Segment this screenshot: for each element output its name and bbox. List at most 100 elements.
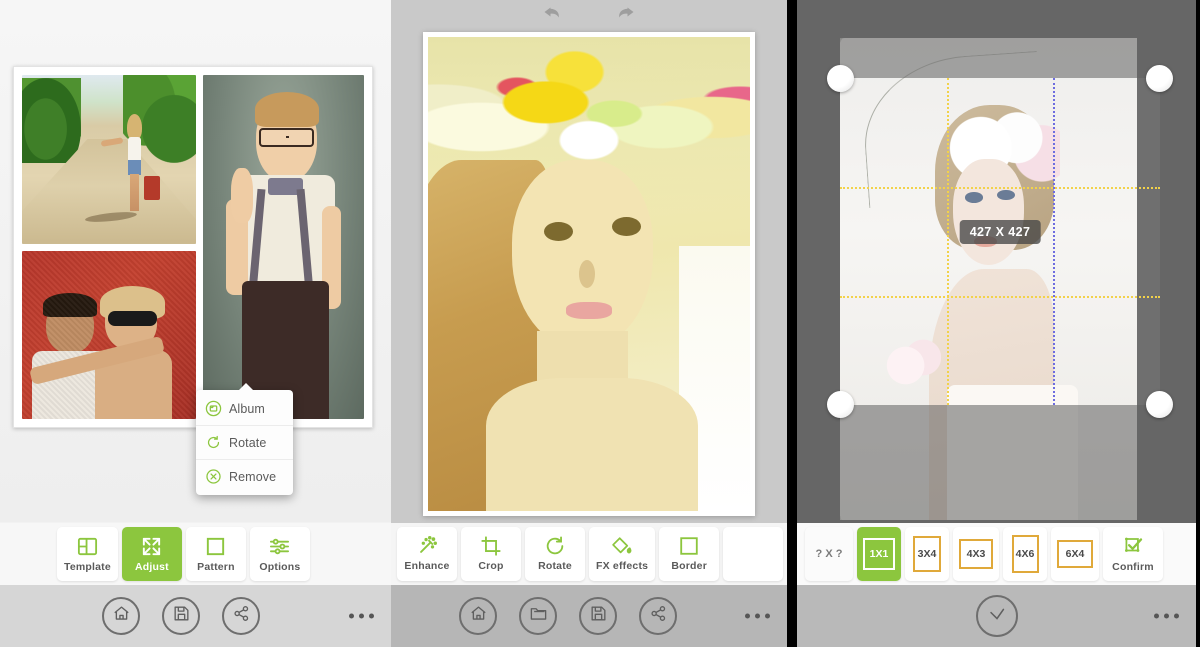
paint-bucket-icon <box>611 535 633 557</box>
boy-glasses-thumbsup-photo[interactable] <box>203 75 364 419</box>
crop-handle-bottom-left[interactable] <box>827 391 854 418</box>
context-menu-label: Remove <box>229 469 277 484</box>
ratio-button-1x1[interactable]: 1X1 <box>857 527 901 581</box>
nav-button-home[interactable] <box>102 597 140 635</box>
toolbar-label: Pattern <box>197 560 235 573</box>
adjust-icon <box>140 535 163 558</box>
toolbar-button-rotate[interactable]: Rotate <box>525 527 585 581</box>
more-icon[interactable] <box>1154 613 1179 619</box>
model-shoulders <box>485 378 699 511</box>
rotate-icon <box>205 434 222 451</box>
album-icon <box>205 400 222 417</box>
options-icon <box>268 535 291 558</box>
man-head <box>46 297 94 354</box>
ratio-button-6x4[interactable]: 6X4 <box>1051 527 1099 581</box>
ratio-button-4x3[interactable]: 4X3 <box>953 527 999 581</box>
collage-frame[interactable] <box>13 66 373 428</box>
model-eye-right <box>611 217 641 237</box>
toolbar-button-border[interactable]: Border <box>659 527 720 581</box>
man-hair <box>43 292 97 318</box>
toolbar-button-overflow-next[interactable] <box>723 527 784 581</box>
photo-context-menu[interactable]: Album Rotate Remove <box>196 383 293 495</box>
toolbar-label: Border <box>671 560 707 572</box>
nav-button-open-folder[interactable] <box>519 597 557 635</box>
road-trees-left <box>22 78 82 163</box>
crop-icon <box>480 535 502 557</box>
save-icon <box>589 604 608 628</box>
editor-bottom-nav[interactable] <box>391 585 787 647</box>
rotate-icon <box>544 535 566 557</box>
toolbar-button-options[interactable]: Options <box>249 527 310 581</box>
crop-grid-line-h2 <box>840 295 1160 298</box>
nav-button-home[interactable] <box>459 597 497 635</box>
ratio-button-free[interactable]: ? X ? <box>805 527 853 581</box>
toolbar-button-pattern[interactable]: Pattern <box>185 527 246 581</box>
couple-red-wall-photo[interactable] <box>22 250 197 419</box>
nav-button-save[interactable] <box>162 597 200 635</box>
thumbs-up-hand <box>230 167 254 223</box>
context-menu-label: Rotate <box>229 435 267 450</box>
magic-wand-icon <box>416 535 438 557</box>
ratio-label: ? X ? <box>815 548 843 560</box>
ratio-button-4x6[interactable]: 4X6 <box>1003 527 1047 581</box>
sunglasses-icon <box>108 311 157 326</box>
toolbar-button-template[interactable]: Template <box>57 527 118 581</box>
figure-legs <box>129 174 139 212</box>
context-menu-item-album[interactable]: Album <box>196 392 293 425</box>
crop-grid-line-v2 <box>1053 78 1056 405</box>
toolbar-label: Options <box>259 560 301 573</box>
template-icon <box>76 535 99 558</box>
crop-bottom-nav[interactable] <box>797 585 1196 647</box>
crop-handle-top-right[interactable] <box>1146 65 1173 92</box>
collage-bottom-nav[interactable] <box>0 585 391 647</box>
undo-icon[interactable] <box>541 1 565 30</box>
nav-button-share[interactable] <box>222 597 260 635</box>
share-icon <box>649 604 668 628</box>
editor-toolbar[interactable]: Enhance Crop Rotate FX effects Border <box>391 523 787 585</box>
toolbar-button-fx-effects[interactable]: FX effects <box>589 527 656 581</box>
ratio-label: 1X1 <box>863 538 895 570</box>
ratio-label: 3X4 <box>913 536 941 572</box>
context-menu-item-rotate[interactable]: Rotate <box>196 425 293 459</box>
nav-button-share[interactable] <box>639 597 677 635</box>
home-icon <box>112 604 131 628</box>
save-icon <box>172 604 191 628</box>
nav-button-save[interactable] <box>579 597 617 635</box>
toolbar-label: FX effects <box>596 560 649 572</box>
collage-right-column <box>203 75 364 419</box>
panel-crop-tool: 427 X 427 ? X ? 1X1 3X4 4X3 4X6 6X4 Conf… <box>797 0 1196 647</box>
share-icon <box>232 604 251 628</box>
crop-handle-top-left[interactable] <box>827 65 854 92</box>
crop-selection[interactable]: 427 X 427 <box>827 65 1173 418</box>
toolbar-button-adjust[interactable]: Adjust <box>121 527 182 581</box>
model-face <box>511 160 654 350</box>
toolbar-label: Rotate <box>538 560 572 572</box>
toolbar-button-enhance[interactable]: Enhance <box>397 527 457 581</box>
redo-icon[interactable] <box>613 1 637 30</box>
collage-toolbar[interactable]: Template Adjust Pattern Options <box>0 523 391 585</box>
crop-grid-line-v1 <box>946 78 949 405</box>
flower-crown-girl-photo[interactable] <box>423 32 755 516</box>
crop-size-badge: 427 X 427 <box>959 219 1041 244</box>
context-menu-item-remove[interactable]: Remove <box>196 459 293 493</box>
crop-confirm-button[interactable]: Confirm <box>1103 527 1163 581</box>
crop-toolbar[interactable]: ? X ? 1X1 3X4 4X3 4X6 6X4 Confirm <box>797 523 1196 585</box>
crop-handle-bottom-right[interactable] <box>1146 391 1173 418</box>
collage-left-column <box>22 75 197 419</box>
more-icon[interactable] <box>745 613 770 619</box>
panel-collage-editor: Album Rotate Remove Template Adjust Patt… <box>0 0 391 647</box>
ratio-label: 4X6 <box>1011 535 1039 573</box>
confirm-check-icon <box>1122 535 1145 558</box>
eyeglasses-icon <box>259 128 315 147</box>
toolbar-label: Template <box>64 560 111 573</box>
collage-canvas[interactable]: Album Rotate Remove <box>0 0 391 522</box>
model-eye-left <box>543 221 573 241</box>
more-icon[interactable] <box>349 613 374 619</box>
panel-photo-editor: Enhance Crop Rotate FX effects Border <box>391 0 787 647</box>
pattern-icon <box>204 535 227 558</box>
ratio-button-3x4[interactable]: 3X4 <box>905 527 949 581</box>
toolbar-button-crop[interactable]: Crop <box>461 527 521 581</box>
hitchhiker-road-photo[interactable] <box>22 75 197 244</box>
nav-button-apply[interactable] <box>975 595 1018 637</box>
bride-dress <box>946 385 1078 520</box>
